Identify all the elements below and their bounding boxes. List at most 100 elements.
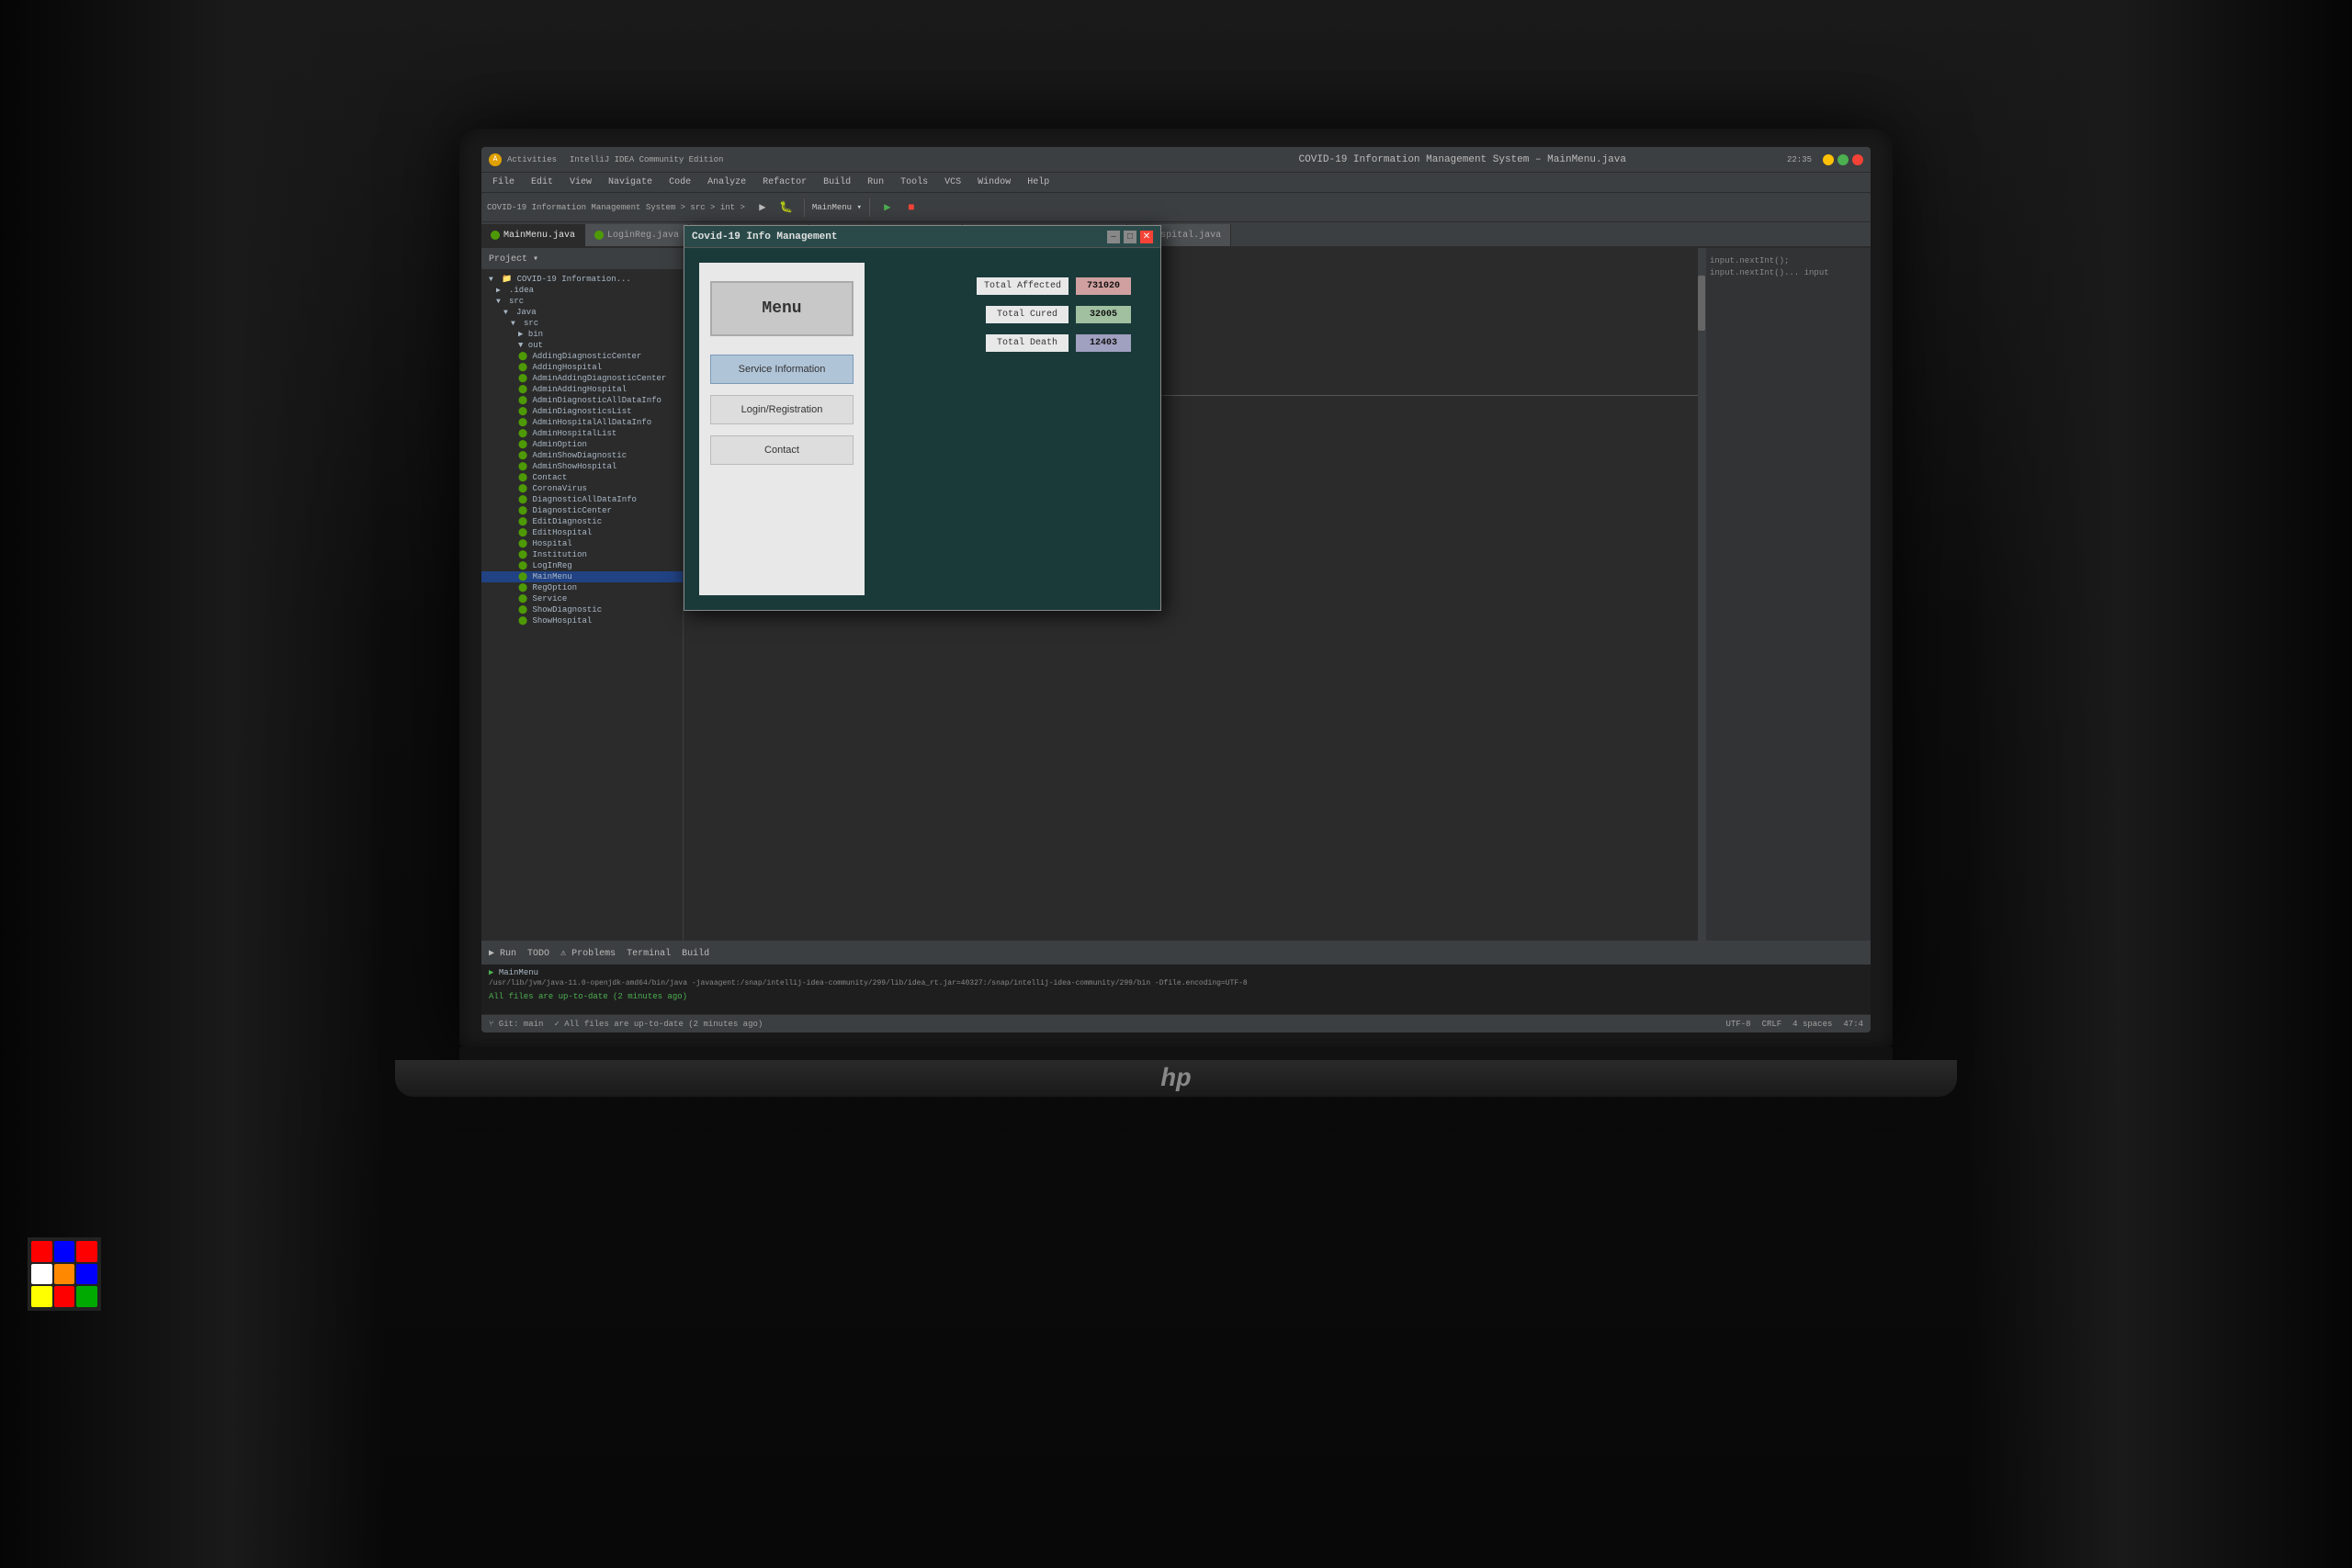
cube-cell-5: [54, 1264, 75, 1285]
tree-hospital[interactable]: ⬤ Hospital: [481, 538, 683, 549]
tree-admin-diag-list[interactable]: ⬤ AdminDiagnosticsList: [481, 406, 683, 417]
tree-admin-show-diag[interactable]: ⬤ AdminShowDiagnostic: [481, 450, 683, 461]
tree-admin-option[interactable]: ⬤ AdminOption: [481, 439, 683, 450]
menu-view[interactable]: View: [562, 175, 599, 189]
curtain-left: [0, 0, 386, 1568]
menu-build[interactable]: Build: [816, 175, 858, 189]
menu-vcs[interactable]: VCS: [937, 175, 968, 189]
run-config-display: ▶ MainMenu: [489, 968, 1863, 979]
tab-loginreg[interactable]: LoginReg.java: [585, 224, 689, 246]
total-cured-label: Total Cured: [986, 306, 1069, 323]
status-indent: 4 spaces: [1792, 1020, 1832, 1029]
title-bar: A Activities IntelliJ IDEA Community Edi…: [481, 147, 1871, 173]
tree-folder-icon: ▶: [496, 286, 507, 295]
run-name: MainMenu: [499, 968, 538, 977]
window-controls: 22:35: [1787, 154, 1863, 165]
menu-tools[interactable]: Tools: [893, 175, 935, 189]
tab-label-mainmenu: MainMenu.java: [503, 231, 575, 241]
tree-idea[interactable]: ▶.idea: [481, 285, 683, 296]
todo-tab[interactable]: TODO: [527, 949, 549, 959]
tree-show-hosp[interactable]: ⬤ ShowHospital: [481, 615, 683, 626]
status-encoding: UTF-8: [1726, 1020, 1751, 1029]
toolbar-separator: [804, 198, 805, 217]
tab-mainmenu[interactable]: MainMenu.java: [481, 224, 585, 246]
tree-adding-diagnostic[interactable]: ⬤ AddingDiagnosticCenter: [481, 351, 683, 362]
cube-cell-8: [54, 1286, 75, 1307]
login-reg-label: Login/Registration: [741, 404, 823, 415]
tree-bin[interactable]: ▶ bin: [481, 329, 683, 340]
menu-run[interactable]: Run: [860, 175, 891, 189]
covid-info-popup[interactable]: Covid-19 Info Management – □ ✕ Menu: [684, 225, 1161, 611]
tree-admin-hosp-data[interactable]: ⬤ AdminHospitalAllDataInfo: [481, 417, 683, 428]
menu-code[interactable]: Code: [662, 175, 698, 189]
tree-project-root[interactable]: ▼📁 COVID-19 Information...: [481, 274, 683, 285]
cube-cell-4: [31, 1264, 52, 1285]
tree-admin-show-hosp[interactable]: ⬤ AdminShowHospital: [481, 461, 683, 472]
editor-scrollbar[interactable]: [1698, 248, 1705, 941]
run-tab[interactable]: ▶ Run: [489, 948, 516, 959]
tree-admin-add-diag[interactable]: ⬤ AdminAddingDiagnosticCenter: [481, 373, 683, 384]
tree-service[interactable]: ⬤ Service: [481, 593, 683, 604]
status-bar: ⑂ Git: main ✓ All files are up-to-date (…: [481, 1014, 1871, 1032]
cube-cell-2: [54, 1241, 75, 1262]
window-title: COVID-19 Information Management System –…: [1138, 154, 1788, 165]
service-info-button[interactable]: Service Information: [710, 355, 854, 384]
tab-icon-mainmenu: [491, 231, 500, 240]
maximize-button[interactable]: [1838, 154, 1849, 165]
laptop-screen: A Activities IntelliJ IDEA Community Edi…: [481, 147, 1871, 1032]
close-button[interactable]: [1852, 154, 1863, 165]
minimize-button[interactable]: [1823, 154, 1834, 165]
toolbar-run-btn[interactable]: ▶: [877, 197, 898, 218]
status-right: UTF-8 CRLF 4 spaces 47:4: [1726, 1020, 1863, 1029]
tree-mainmenu[interactable]: ⬤ MainMenu: [481, 571, 683, 582]
tree-contact[interactable]: ⬤ Contact: [481, 472, 683, 483]
toolbar-stop-btn[interactable]: ■: [901, 197, 922, 218]
login-registration-button[interactable]: Login/Registration: [710, 395, 854, 424]
tree-edit-hosp[interactable]: ⬤ EditHospital: [481, 527, 683, 538]
status-left: ⑂ Git: main ✓ All files are up-to-date (…: [489, 1020, 763, 1029]
tree-admin-hosp-list[interactable]: ⬤ AdminHospitalList: [481, 428, 683, 439]
tree-diag-center[interactable]: ⬤ DiagnosticCenter: [481, 505, 683, 516]
tree-edit-diag[interactable]: ⬤ EditDiagnostic: [481, 516, 683, 527]
menu-refactor[interactable]: Refactor: [755, 175, 814, 189]
popup-title: Covid-19 Info Management: [692, 231, 837, 243]
toolbar-debug-btn[interactable]: 🐛: [776, 197, 797, 218]
popup-minimize-btn[interactable]: –: [1107, 231, 1120, 243]
menu-title-box: Menu: [710, 281, 854, 336]
total-cured-row: Total Cured 32005: [894, 306, 1131, 323]
tree-diag-data[interactable]: ⬤ DiagnosticAllDataInfo: [481, 494, 683, 505]
tree-loginreg[interactable]: ⬤ LogInReg: [481, 560, 683, 571]
hp-logo: hp: [1153, 1056, 1199, 1102]
tree-java[interactable]: ▼Java: [481, 307, 683, 318]
tree-admin-add-hosp[interactable]: ⬤ AdminAddingHospital: [481, 384, 683, 395]
menu-window[interactable]: Window: [970, 175, 1018, 189]
tree-out[interactable]: ▼ out: [481, 340, 683, 351]
problems-tab[interactable]: ⚠ Problems: [560, 948, 616, 959]
tree-src2[interactable]: ▼src: [481, 318, 683, 329]
tree-admin-diag-data[interactable]: ⬤ AdminDiagnosticAllDataInfo: [481, 395, 683, 406]
menu-navigate[interactable]: Navigate: [601, 175, 660, 189]
contact-button[interactable]: Contact: [710, 435, 854, 465]
tree-src[interactable]: ▼src: [481, 296, 683, 307]
toolbar-build-btn[interactable]: ▶: [752, 197, 773, 218]
tree-regoption[interactable]: ⬤ RegOption: [481, 582, 683, 593]
menu-edit[interactable]: Edit: [524, 175, 560, 189]
menu-file[interactable]: File: [485, 175, 522, 189]
cube-cell-6: [76, 1264, 97, 1285]
popup-close-btn[interactable]: ✕: [1140, 231, 1153, 243]
tree-show-diag[interactable]: ⬤ ShowDiagnostic: [481, 604, 683, 615]
build-tab[interactable]: Build: [682, 949, 709, 959]
menu-analyze[interactable]: Analyze: [700, 175, 753, 189]
popup-restore-btn[interactable]: □: [1124, 231, 1136, 243]
scrollbar-thumb[interactable]: [1698, 276, 1705, 331]
project-panel-header: Project ▾: [481, 248, 683, 270]
terminal-tab[interactable]: Terminal: [627, 949, 671, 959]
tree-institution[interactable]: ⬤ Institution: [481, 549, 683, 560]
menu-help[interactable]: Help: [1020, 175, 1057, 189]
tree-adding-hospital[interactable]: ⬤ AddingHospital: [481, 362, 683, 373]
run-panel: ▶ Run TODO ⚠ Problems Terminal Build ▶ M…: [481, 941, 1871, 1014]
cube-cell-1: [31, 1241, 52, 1262]
status-messages: ✓ All files are up-to-date (2 minutes ag…: [554, 1020, 763, 1029]
tree-corona[interactable]: ⬤ CoronaVirus: [481, 483, 683, 494]
right-code-hint: input.nextInt(); input.nextInt()... inpu…: [1710, 255, 1867, 278]
